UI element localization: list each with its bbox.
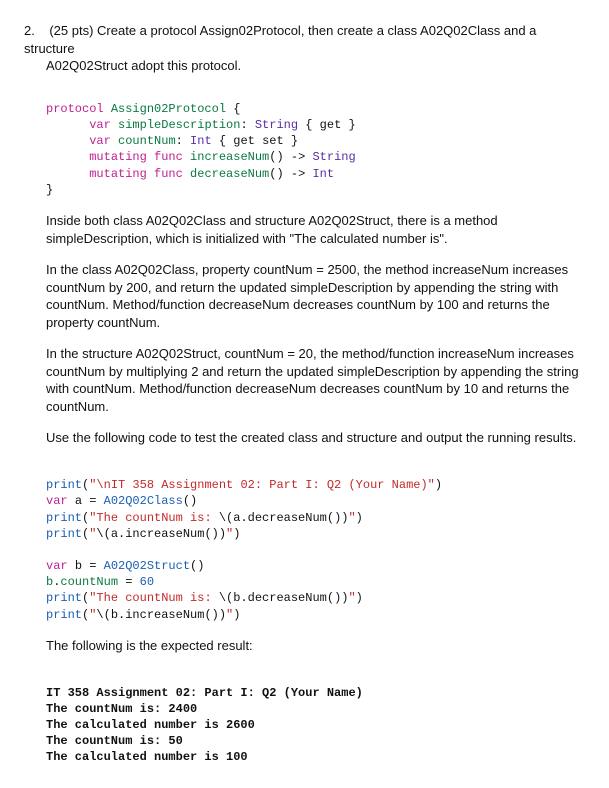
string-open: "	[89, 608, 96, 622]
return-type-string: String	[312, 150, 355, 164]
output-line-1: IT 358 Assignment 02: Part I: Q2 (Your N…	[46, 686, 363, 700]
question-heading: 2. (25 pts) Create a protocol Assign02Pr…	[24, 22, 585, 75]
dot: .	[53, 575, 60, 589]
type-string: String	[255, 118, 298, 132]
output-line-2: The countNum is: 2400	[46, 702, 197, 716]
question-points: (25 pts)	[49, 23, 93, 38]
question-text-line1: Create a protocol Assign02Protocol, then…	[24, 23, 536, 56]
output-line-3: The calculated number is 2600	[46, 718, 255, 732]
paragraph-struct-spec: In the structure A02Q02Struct, countNum …	[46, 345, 585, 415]
string-end: "	[226, 608, 233, 622]
interp: \(a.decreaseNum())	[219, 511, 349, 525]
return-type-int: Int	[312, 167, 334, 181]
interp: \(a.increaseNum())	[96, 527, 226, 541]
question-number: 2.	[24, 23, 35, 38]
brace-close: }	[46, 183, 53, 197]
call-print: print	[46, 527, 82, 541]
call-print: print	[46, 511, 82, 525]
call-print: print	[46, 591, 82, 605]
protocol-code-block: protocol Assign02Protocol { var simpleDe…	[46, 85, 585, 198]
literal-60: 60	[140, 575, 154, 589]
result-heading: The following is the expected result:	[46, 637, 585, 655]
protocol-name: Assign02Protocol	[111, 102, 226, 116]
call-print: print	[46, 608, 82, 622]
paragraph-test-instruction: Use the following code to test the creat…	[46, 429, 585, 447]
question-text-line2: A02Q02Struct adopt this protocol.	[24, 57, 585, 75]
brace-open: {	[226, 102, 240, 116]
output-line-5: The calculated number is 100	[46, 750, 248, 764]
func-increaseNum: increaseNum	[190, 150, 269, 164]
call-print: print	[46, 478, 82, 492]
string-banner: "\nIT 358 Assignment 02: Part I: Q2 (You…	[89, 478, 435, 492]
paren-open: (	[82, 591, 89, 605]
string-countnum: "The countNum is:	[89, 511, 219, 525]
keyword-var: var	[89, 118, 118, 132]
type-int: Int	[190, 134, 212, 148]
func-sig: () ->	[269, 150, 312, 164]
output-line-4: The countNum is: 50	[46, 734, 183, 748]
paren-close: )	[233, 608, 240, 622]
ctor-struct: A02Q02Struct	[104, 559, 190, 573]
prop-countNum: countNum	[60, 575, 118, 589]
paragraph-simpleDescription: Inside both class A02Q02Class and struct…	[46, 212, 585, 247]
paragraph-class-spec: In the class A02Q02Class, property count…	[46, 261, 585, 331]
colon: :	[176, 134, 190, 148]
prop-countNum: countNum	[118, 134, 176, 148]
interp: \(b.increaseNum())	[96, 608, 226, 622]
expected-output: IT 358 Assignment 02: Part I: Q2 (Your N…	[46, 668, 585, 765]
parens: ()	[190, 559, 204, 573]
string-end: "	[348, 511, 355, 525]
string-end: "	[348, 591, 355, 605]
accessor-getset: { get set }	[212, 134, 298, 148]
parens: ()	[183, 494, 197, 508]
keyword-var: var	[89, 134, 118, 148]
accessor-get: { get }	[298, 118, 356, 132]
prop-simpleDescription: simpleDescription	[118, 118, 240, 132]
func-sig: () ->	[269, 167, 312, 181]
var-a: a =	[75, 494, 104, 508]
paren-open: (	[82, 608, 89, 622]
paren-close: )	[356, 591, 363, 605]
string-countnum: "The countNum is:	[89, 591, 219, 605]
var-b-ref: b	[46, 575, 53, 589]
colon: :	[240, 118, 254, 132]
var-b: b =	[75, 559, 104, 573]
keyword-protocol: protocol	[46, 102, 111, 116]
keyword-var: var	[46, 494, 75, 508]
paren-close: )	[356, 511, 363, 525]
ctor-class: A02Q02Class	[104, 494, 183, 508]
test-code-block: print("\nIT 358 Assignment 02: Part I: Q…	[46, 461, 585, 623]
keyword-var: var	[46, 559, 75, 573]
assign: =	[118, 575, 140, 589]
paren-close: )	[435, 478, 442, 492]
func-decreaseNum: decreaseNum	[190, 167, 269, 181]
paren-close: )	[233, 527, 240, 541]
interp: \(b.decreaseNum())	[219, 591, 349, 605]
keyword-mutating-func: mutating func	[89, 167, 190, 181]
keyword-mutating-func: mutating func	[89, 150, 190, 164]
